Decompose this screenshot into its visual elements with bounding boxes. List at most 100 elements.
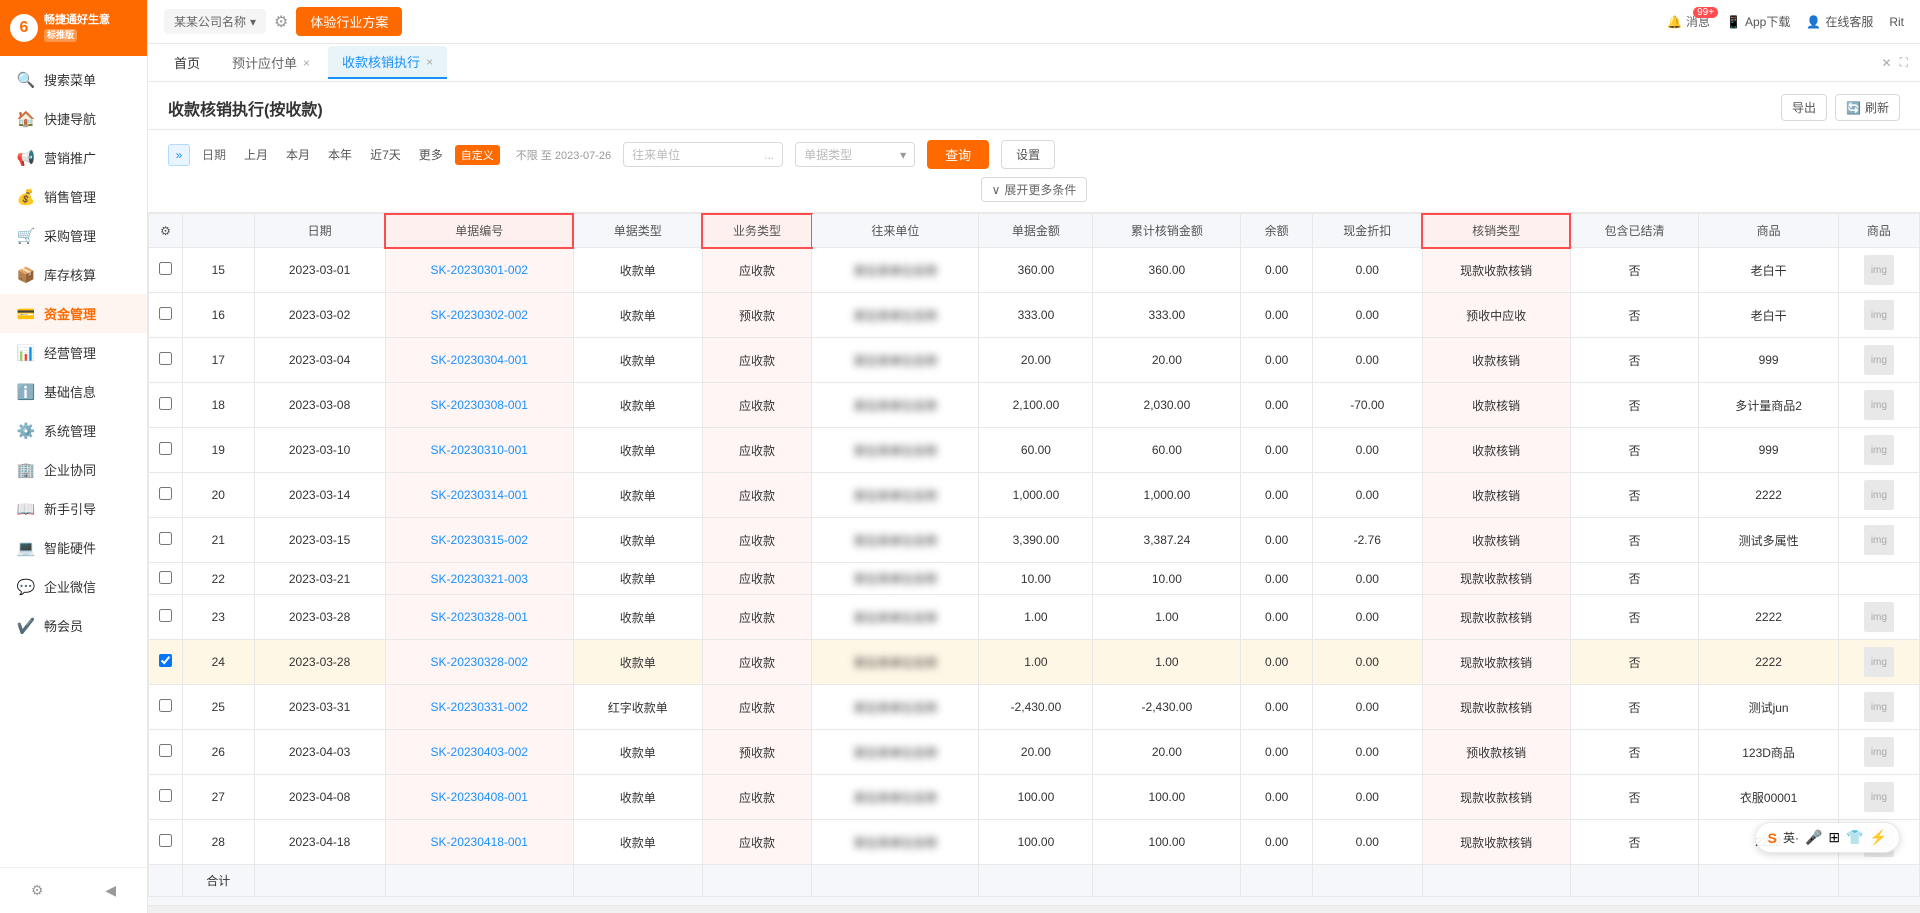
system-icon: ⚙️ [16, 422, 36, 440]
maximize-icon[interactable]: ⛶ [1900, 55, 1908, 70]
tab-payable-close[interactable]: × [303, 56, 310, 70]
row-voucher-no[interactable]: SK-20230328-001 [385, 595, 573, 640]
row-checkbox[interactable] [149, 428, 183, 473]
this-year-btn[interactable]: 本年 [322, 144, 358, 165]
sidebar-item-sales[interactable]: 💰 销售管理 [0, 177, 147, 216]
sidebar-item-quick-nav[interactable]: 🏠 快捷导航 [0, 99, 147, 138]
sidebar-item-member[interactable]: ✔️ 畅会员 [0, 606, 147, 645]
row-voucher-no[interactable]: SK-20230314-001 [385, 473, 573, 518]
filter-toggle-btn[interactable]: » [168, 144, 190, 166]
shirt-icon[interactable]: 👕 [1846, 829, 1863, 846]
this-month-btn[interactable]: 本月 [280, 144, 316, 165]
col-goods2[interactable]: 商品 [1838, 214, 1919, 248]
online-service[interactable]: 👤 在线客服 [1806, 13, 1873, 30]
row-checkbox[interactable] [149, 640, 183, 685]
sidebar-item-operations[interactable]: 📊 经营管理 [0, 333, 147, 372]
sidebar-item-system[interactable]: ⚙️ 系统管理 [0, 411, 147, 450]
row-checkbox[interactable] [149, 338, 183, 383]
row-voucher-no[interactable]: SK-20230331-002 [385, 685, 573, 730]
industry-button[interactable]: 体验行业方案 [296, 7, 402, 36]
expand-more-btn[interactable]: ∨ 展开更多条件 [981, 177, 1088, 202]
col-settings[interactable]: ⚙ [149, 214, 183, 248]
company-selector[interactable]: 某某公司名称 ▾ [164, 9, 266, 34]
row-checkbox[interactable] [149, 473, 183, 518]
col-voucher-type[interactable]: 单据类型 [573, 214, 702, 248]
sidebar-item-inventory[interactable]: 📦 库存核算 [0, 255, 147, 294]
col-counterparty[interactable]: 往来单位 [812, 214, 979, 248]
row-checkbox[interactable] [149, 563, 183, 595]
gear-button[interactable]: ⚙ [274, 12, 288, 32]
user-name[interactable]: Rit [1889, 15, 1904, 29]
row-voucher-no[interactable]: SK-20230302-002 [385, 293, 573, 338]
table-scroll[interactable]: ⚙ 日期 单据编号 单据类型 业务类型 往来单位 单据金额 累计核销金额 余额 … [148, 213, 1920, 905]
row-voucher-no[interactable]: SK-20230304-001 [385, 338, 573, 383]
col-amount[interactable]: 单据金额 [979, 214, 1093, 248]
row-checkbox[interactable] [149, 685, 183, 730]
row-checkbox[interactable] [149, 248, 183, 293]
row-voucher-no[interactable]: SK-20230418-001 [385, 820, 573, 865]
sidebar-item-purchase[interactable]: 🛒 采购管理 [0, 216, 147, 255]
row-voucher-no[interactable]: SK-20230308-001 [385, 383, 573, 428]
row-cum-amount: 1.00 [1093, 595, 1241, 640]
sidebar-item-hardware[interactable]: 💻 智能硬件 [0, 528, 147, 567]
col-voucher-no[interactable]: 单据编号 [385, 214, 573, 248]
row-voucher-no[interactable]: SK-20230328-002 [385, 640, 573, 685]
row-checkbox[interactable] [149, 820, 183, 865]
refresh-button[interactable]: 🔄 刷新 [1835, 94, 1900, 121]
notification-bell[interactable]: 🔔 消息 99+ [1667, 13, 1710, 30]
row-voucher-no[interactable]: SK-20230315-002 [385, 518, 573, 563]
col-incl-settled[interactable]: 包含已结清 [1570, 214, 1699, 248]
sidebar-item-basic[interactable]: ℹ️ 基础信息 [0, 372, 147, 411]
tab-collection-close[interactable]: × [426, 55, 433, 69]
row-voucher-no[interactable]: SK-20230408-001 [385, 775, 573, 820]
sidebar-item-search[interactable]: 🔍 搜索菜单 [0, 60, 147, 99]
row-checkbox[interactable] [149, 730, 183, 775]
sidebar-item-marketing[interactable]: 📢 营销推广 [0, 138, 147, 177]
row-checkbox[interactable] [149, 518, 183, 563]
grid-icon[interactable]: ⊞ [1828, 829, 1840, 846]
row-balance: 0.00 [1241, 383, 1313, 428]
collapse-icon[interactable]: ◀ [99, 876, 122, 905]
mic-icon[interactable]: 🎤 [1805, 829, 1822, 846]
col-date[interactable]: 日期 [254, 214, 385, 248]
row-counterparty: 某往来单位名称 [812, 730, 979, 775]
export-button[interactable]: 导出 [1781, 94, 1827, 121]
col-cash-discount[interactable]: 现金折扣 [1312, 214, 1422, 248]
last-month-btn[interactable]: 上月 [238, 144, 274, 165]
recent7-btn[interactable]: 近7天 [364, 144, 407, 165]
custom-date-btn[interactable]: 自定义 [455, 145, 500, 165]
voucher-type-select[interactable]: 单据类型 ▾ [795, 142, 915, 167]
query-button[interactable]: 查询 [927, 140, 989, 169]
row-voucher-no[interactable]: SK-20230301-002 [385, 248, 573, 293]
sidebar-item-finance[interactable]: 💳 资金管理 [0, 294, 147, 333]
row-voucher-no[interactable]: SK-20230321-003 [385, 563, 573, 595]
col-goods[interactable]: 商品 [1699, 214, 1838, 248]
col-cancel-type[interactable]: 核销类型 [1422, 214, 1570, 248]
close-all-icon[interactable]: ✕ [1882, 56, 1892, 70]
sidebar-item-corp[interactable]: 🏢 企业协同 [0, 450, 147, 489]
apps-icon[interactable]: ⚡ [1870, 829, 1887, 846]
horizontal-scrollbar[interactable] [148, 905, 1920, 913]
col-biz-type[interactable]: 业务类型 [702, 214, 812, 248]
row-checkbox[interactable] [149, 383, 183, 428]
tab-collection[interactable]: 收款核销执行 × [328, 46, 447, 79]
app-icon: 6 [10, 14, 38, 42]
counterparty-input[interactable]: 往来单位 ... [623, 142, 783, 167]
sidebar-item-guide[interactable]: 📖 新手引导 [0, 489, 147, 528]
more-date-btn[interactable]: 更多 [413, 144, 449, 165]
tab-home[interactable]: 首页 [160, 47, 214, 78]
col-cum-amount[interactable]: 累计核销金额 [1093, 214, 1241, 248]
row-date: 2023-03-08 [254, 383, 385, 428]
row-voucher-no[interactable]: SK-20230403-002 [385, 730, 573, 775]
settings-bottom-icon[interactable]: ⚙ [25, 876, 50, 905]
row-voucher-type: 收款单 [573, 428, 702, 473]
sidebar-item-wechat[interactable]: 💬 企业微信 [0, 567, 147, 606]
row-voucher-no[interactable]: SK-20230310-001 [385, 428, 573, 473]
settings-button[interactable]: 设置 [1001, 140, 1055, 169]
row-checkbox[interactable] [149, 293, 183, 338]
tab-payable[interactable]: 预计应付单 × [218, 47, 324, 78]
row-checkbox[interactable] [149, 775, 183, 820]
app-download[interactable]: 📱 App下载 [1726, 13, 1790, 30]
row-checkbox[interactable] [149, 595, 183, 640]
col-balance[interactable]: 余额 [1241, 214, 1313, 248]
